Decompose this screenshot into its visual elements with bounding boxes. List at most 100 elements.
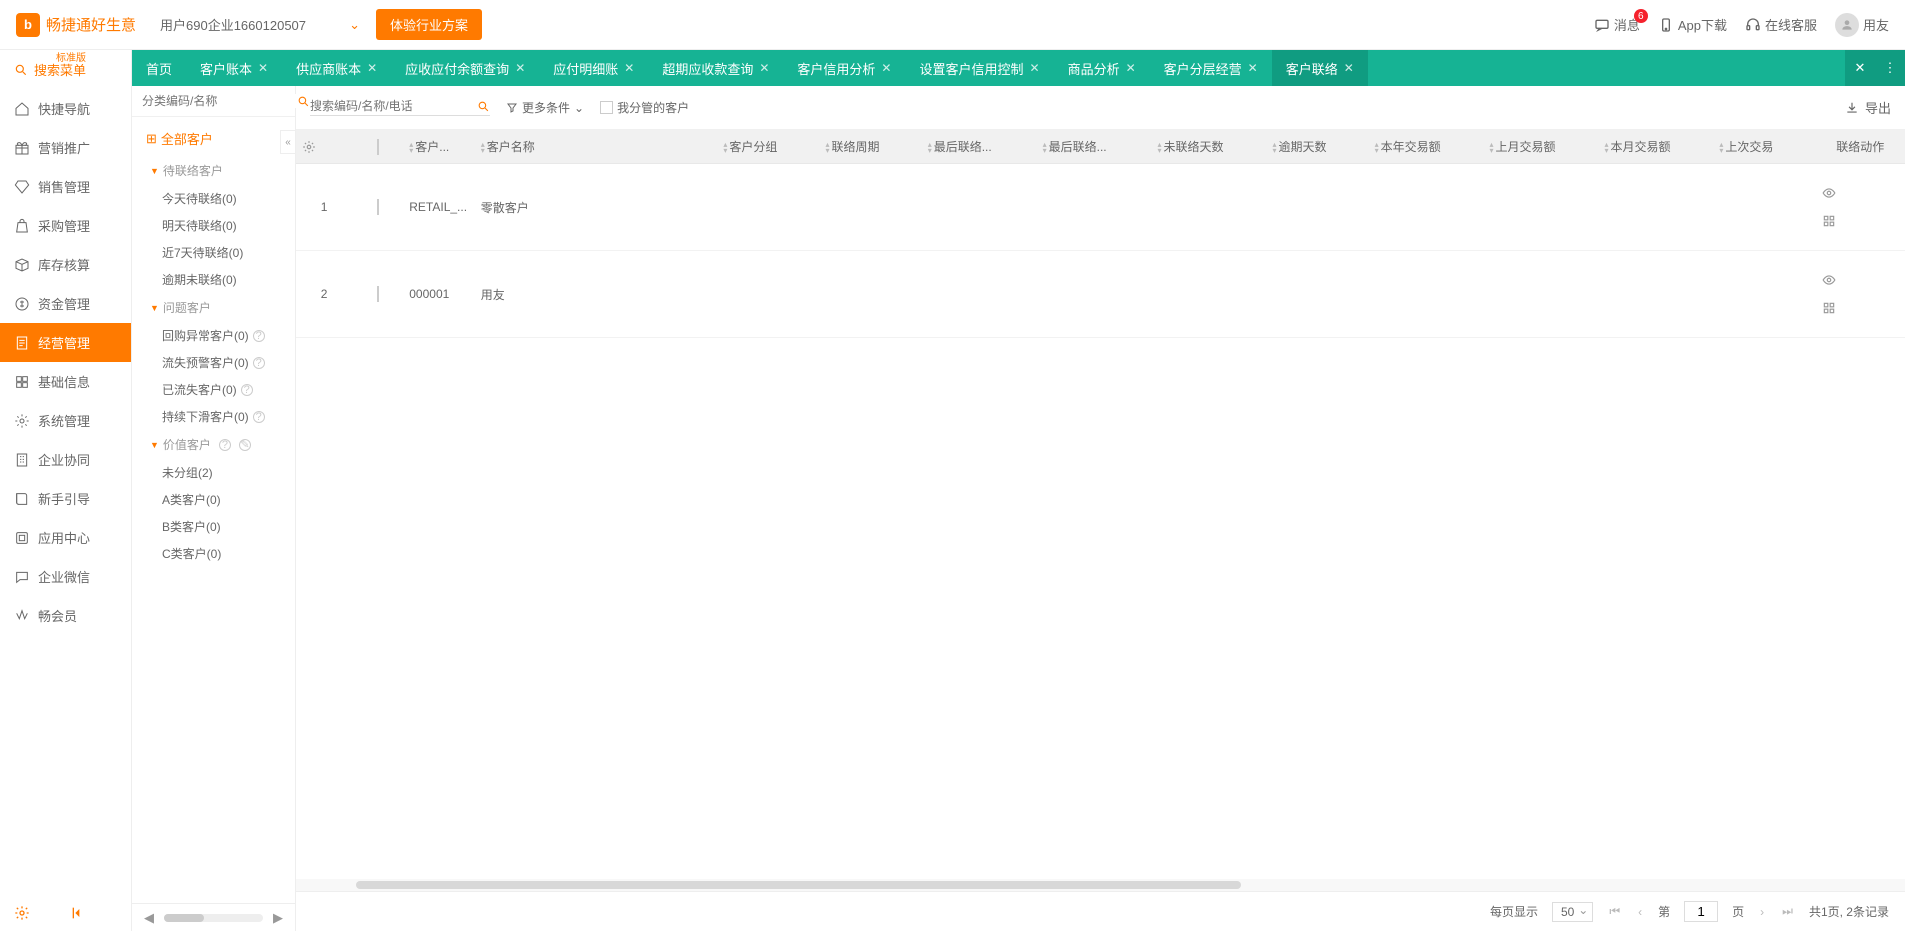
category-root[interactable]: ⊞ 全部客户 [132,121,295,156]
column-header-10[interactable]: ▴▾本月交易额 [1598,130,1713,164]
category-item-1-3[interactable]: 持续下滑客户(0)? [132,403,295,430]
nav-item-11[interactable]: 应用中心 [0,518,131,557]
category-item-0-3[interactable]: 逾期未联络(0) [132,266,295,293]
view-icon[interactable] [1822,186,1899,200]
user-menu[interactable]: 用友 [1835,13,1889,37]
column-header-3[interactable]: ▴▾联络周期 [820,130,922,164]
close-icon[interactable]: ✕ [367,61,377,75]
help-icon[interactable]: ? [241,384,253,396]
close-icon[interactable]: ✕ [515,61,525,75]
checkbox-icon[interactable] [377,199,379,215]
export-button[interactable]: 导出 [1845,98,1891,117]
table-row[interactable]: 2000001用友 [296,251,1905,338]
close-all-tabs-button[interactable]: ✕ [1845,50,1875,86]
search-icon[interactable] [297,95,310,108]
next-page-button[interactable]: › [1758,905,1766,919]
tab-1[interactable]: 客户账本✕ [186,50,282,86]
first-page-button[interactable]: ⏮ [1607,904,1622,919]
tab-3[interactable]: 应收应付余额查询✕ [391,50,539,86]
nav-item-4[interactable]: 库存核算 [0,245,131,284]
collapse-nav-icon[interactable] [70,905,86,921]
help-icon[interactable]: ? [253,411,265,423]
online-service-link[interactable]: 在线客服 [1745,15,1817,34]
column-header-1[interactable]: ▴▾客户名称 [475,130,718,164]
category-item-1-2[interactable]: 已流失客户(0)? [132,376,295,403]
nav-item-10[interactable]: 新手引导 [0,479,131,518]
nav-item-8[interactable]: 系统管理 [0,401,131,440]
column-header-9[interactable]: ▴▾上月交易额 [1484,130,1599,164]
sort-icon[interactable]: ▴▾ [481,142,485,154]
sort-icon[interactable]: ▴▾ [1272,142,1276,154]
category-item-1-0[interactable]: 回购异常客户(0)? [132,322,295,349]
table-row[interactable]: 1RETAIL_...零散客户 [296,164,1905,251]
category-item-2-1[interactable]: A类客户(0) [132,486,295,513]
settings-icon[interactable] [14,905,30,921]
sort-icon[interactable]: ▴▾ [409,142,413,154]
column-header-4[interactable]: ▴▾最后联络... [922,130,1037,164]
per-page-select[interactable]: 50 [1552,902,1593,922]
tabs-more-button[interactable]: ⋮ [1875,50,1905,86]
column-header-8[interactable]: ▴▾本年交易额 [1369,130,1484,164]
sort-icon[interactable]: ▴▾ [723,142,727,154]
close-icon[interactable]: ✕ [881,61,891,75]
column-header-11[interactable]: ▴▾上次交易 [1713,130,1815,164]
table-scroll[interactable]: ▴▾客户...▴▾客户名称▴▾客户分组▴▾联络周期▴▾最后联络...▴▾最后联络… [296,130,1905,879]
category-item-0-2[interactable]: 近7天待联络(0) [132,239,295,266]
nav-item-1[interactable]: 营销推广 [0,128,131,167]
close-icon[interactable]: ✕ [1030,61,1040,75]
help-icon[interactable]: ? [253,357,265,369]
category-group-1[interactable]: ▼问题客户 [132,293,295,322]
checkbox-icon[interactable] [600,101,613,114]
more-icon[interactable] [1822,301,1899,315]
app-download-link[interactable]: App下载 [1658,15,1727,34]
messages-link[interactable]: 消息 6 [1594,15,1640,34]
tab-6[interactable]: 客户信用分析✕ [783,50,905,86]
edit-icon[interactable]: ✎ [239,439,251,451]
column-header-2[interactable]: ▴▾客户分组 [717,130,819,164]
close-icon[interactable]: ✕ [258,61,268,75]
try-industry-button[interactable]: 体验行业方案 [376,9,482,40]
sort-icon[interactable]: ▴▾ [1490,142,1494,154]
org-selector[interactable]: 用户690企业1660120507 ⌄ [160,15,360,34]
nav-item-9[interactable]: 企业协同 [0,440,131,479]
sort-icon[interactable]: ▴▾ [1043,142,1047,154]
category-item-1-1[interactable]: 流失预警客户(0)? [132,349,295,376]
tab-0[interactable]: 首页 [132,50,186,86]
category-group-2[interactable]: ▼价值客户?✎ [132,430,295,459]
table-search-input[interactable] [310,99,477,113]
scroll-right-button[interactable]: ▶ [269,910,287,926]
category-item-0-1[interactable]: 明天待联络(0) [132,212,295,239]
horizontal-scrollbar[interactable] [164,914,263,922]
close-icon[interactable]: ✕ [624,61,634,75]
tab-5[interactable]: 超期应收款查询✕ [648,50,783,86]
more-filters-button[interactable]: 更多条件 ⌄ [506,99,584,116]
table-horizontal-scrollbar[interactable] [296,879,1905,891]
nav-item-6[interactable]: 经营管理 [0,323,131,362]
help-icon[interactable]: ? [253,330,265,342]
nav-item-7[interactable]: 基础信息 [0,362,131,401]
prev-page-button[interactable]: ‹ [1636,905,1644,919]
nav-item-12[interactable]: 企业微信 [0,557,131,596]
column-header-7[interactable]: ▴▾逾期天数 [1266,130,1368,164]
scroll-left-button[interactable]: ◀ [140,910,158,926]
sort-icon[interactable]: ▴▾ [1719,142,1723,154]
last-page-button[interactable]: ⏭ [1780,904,1795,919]
nav-item-0[interactable]: 快捷导航 [0,89,131,128]
checkbox-icon[interactable] [377,286,379,302]
column-header-0[interactable]: ▴▾客户... [403,130,475,164]
search-icon[interactable] [477,100,490,113]
nav-item-5[interactable]: 资金管理 [0,284,131,323]
tab-7[interactable]: 设置客户信用控制✕ [905,50,1053,86]
close-icon[interactable]: ✕ [1126,61,1136,75]
my-customers-filter[interactable]: 我分管的客户 [600,99,689,116]
close-icon[interactable]: ✕ [1248,61,1258,75]
collapse-sidebar-button[interactable]: « [280,130,296,154]
sort-icon[interactable]: ▴▾ [1375,142,1379,154]
sort-icon[interactable]: ▴▾ [826,142,830,154]
help-icon[interactable]: ? [219,439,231,451]
column-header-12[interactable]: 联络动作 [1816,130,1905,164]
category-item-2-2[interactable]: B类客户(0) [132,513,295,540]
more-icon[interactable] [1822,214,1899,228]
nav-item-13[interactable]: 畅会员 [0,596,131,635]
tab-2[interactable]: 供应商账本✕ [282,50,391,86]
